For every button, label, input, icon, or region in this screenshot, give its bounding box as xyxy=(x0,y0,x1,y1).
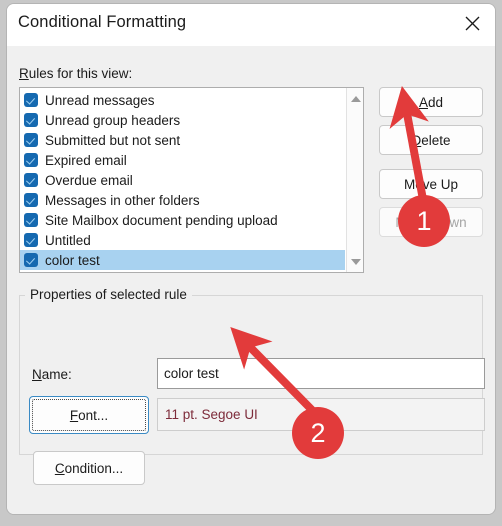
properties-groupbox-legend: Properties of selected rule xyxy=(25,287,192,302)
rule-checkbox-icon[interactable] xyxy=(24,213,38,227)
rule-checkbox-icon[interactable] xyxy=(24,193,38,207)
rule-item-label: Expired email xyxy=(45,152,127,168)
rule-item-label: Submitted but not sent xyxy=(45,132,181,148)
delete-button[interactable]: Delete xyxy=(379,125,483,155)
dialog-title: Conditional Formatting xyxy=(18,13,187,31)
rules-label-rest: ules for this view: xyxy=(28,66,133,81)
rule-list-item[interactable]: Unread group headers xyxy=(20,110,345,130)
scroll-down-arrow-icon[interactable] xyxy=(347,253,363,270)
scroll-up-arrow-icon[interactable] xyxy=(347,90,363,107)
name-input[interactable] xyxy=(157,358,485,389)
rule-list-item[interactable]: color test xyxy=(20,250,345,270)
rules-listbox[interactable]: Unread messages Unread group headers Submi… xyxy=(19,87,364,273)
name-label: Name: xyxy=(32,367,72,382)
rule-checkbox-icon[interactable] xyxy=(24,153,38,167)
rule-checkbox-icon[interactable] xyxy=(24,253,38,267)
rule-item-label: Overdue email xyxy=(45,172,133,188)
rule-list-item[interactable]: Unread messages xyxy=(20,90,345,110)
rule-item-label: Unread group headers xyxy=(45,112,181,128)
dialog-content: Rules for this view: Unread messages Unre… xyxy=(7,46,495,514)
rule-list-item[interactable]: Site Mailbox document pending upload xyxy=(20,210,345,230)
rule-item-label: Messages in other folders xyxy=(45,192,200,208)
rule-checkbox-icon[interactable] xyxy=(24,133,38,147)
font-button[interactable]: Font... xyxy=(29,396,149,434)
rule-list-item[interactable]: Messages in other folders xyxy=(20,190,345,210)
rule-checkbox-icon[interactable] xyxy=(24,233,38,247)
rule-checkbox-icon[interactable] xyxy=(24,173,38,187)
rule-checkbox-icon[interactable] xyxy=(24,113,38,127)
dialog-titlebar: Conditional Formatting xyxy=(7,4,495,46)
rules-for-this-view-label: Rules for this view: xyxy=(19,66,133,81)
rule-list-item[interactable]: Overdue email xyxy=(20,170,345,190)
move-up-button[interactable]: Move Up xyxy=(379,169,483,199)
rule-item-label: color test xyxy=(45,252,100,268)
rules-list: Unread messages Unread group headers Submi… xyxy=(20,90,345,270)
rule-list-item[interactable]: Expired email xyxy=(20,150,345,170)
rule-item-label: Unread messages xyxy=(45,92,155,108)
rule-checkbox-icon[interactable] xyxy=(24,93,38,107)
move-down-button: Move Down xyxy=(379,207,483,237)
add-button[interactable]: Add xyxy=(379,87,483,117)
conditional-formatting-dialog: Conditional Formatting Rules for this vi… xyxy=(6,3,496,515)
rule-item-label: Untitled xyxy=(45,232,91,248)
rule-list-item[interactable]: Untitled xyxy=(20,230,345,250)
font-preview-text: 11 pt. Segoe UI xyxy=(157,398,485,431)
rules-list-scrollbar[interactable] xyxy=(346,88,363,272)
rule-item-label: Site Mailbox document pending upload xyxy=(45,212,278,228)
rule-list-item[interactable]: Submitted but not sent xyxy=(20,130,345,150)
close-icon[interactable] xyxy=(449,4,495,42)
condition-button[interactable]: Condition... xyxy=(33,451,145,485)
